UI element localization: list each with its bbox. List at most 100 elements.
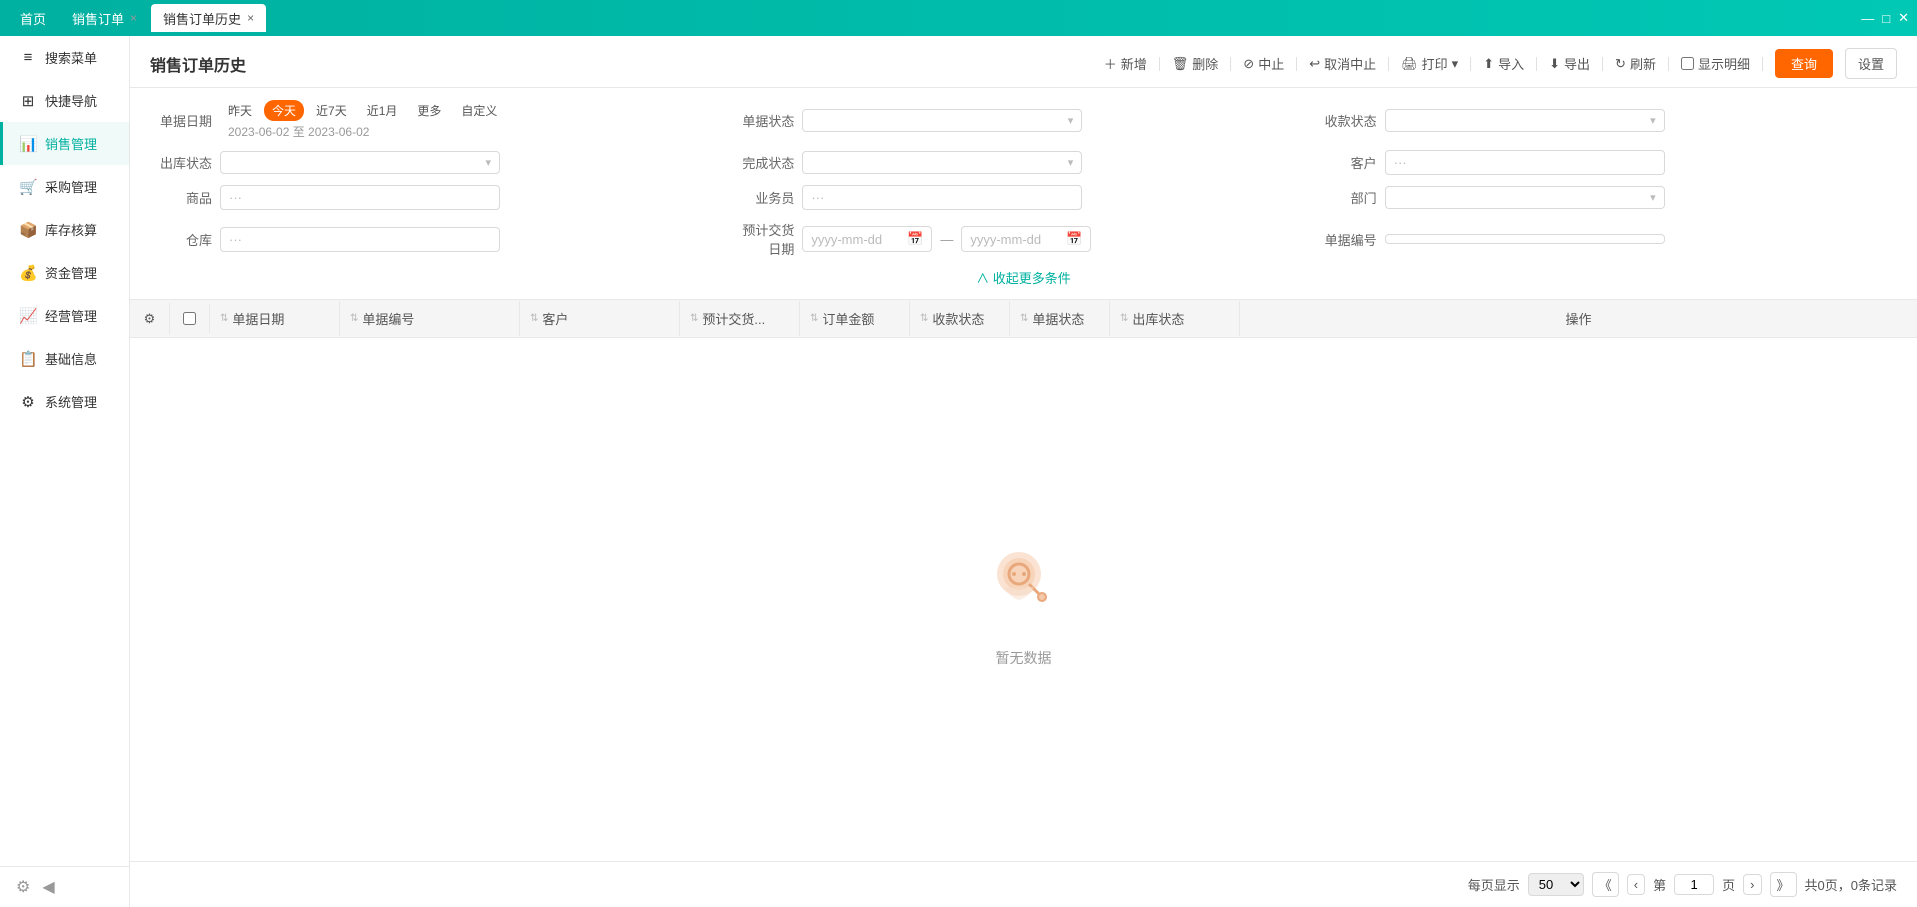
collapse-button[interactable]: ∧ 收起更多条件 <box>150 268 1897 287</box>
stop-button[interactable]: ⊘ 中止 <box>1243 54 1284 73</box>
department-select[interactable]: ▾ <box>1385 186 1665 209</box>
table-header: ⚙ ⇅ 单据日期 ⇅ 单据编号 ⇅ 客户 ⇅ <box>130 300 1917 338</box>
settings-button[interactable]: 设置 <box>1845 48 1897 79</box>
select-all-checkbox[interactable] <box>183 312 196 325</box>
sidebar-settings-icon[interactable]: ⚙ <box>16 877 30 897</box>
th-customer[interactable]: ⇅ 客户 <box>520 301 680 336</box>
receipt-status-select[interactable]: ▾ <box>1385 109 1665 132</box>
delivery-date-end-text: yyyy-mm-dd <box>970 232 1041 247</box>
sidebar-collapse-icon[interactable]: ◀ <box>42 877 54 897</box>
th-date[interactable]: ⇅ 单据日期 <box>210 301 340 336</box>
basics-icon: 📋 <box>19 350 37 368</box>
display-toggle[interactable]: 显示明细 <box>1681 54 1750 73</box>
out-status-select[interactable]: ▾ <box>220 151 500 174</box>
date-tab-7days[interactable]: 近7天 <box>308 100 355 121</box>
sidebar: ≡ 搜索菜单 ⊞ 快捷导航 📊 销售管理 🛒 采购管理 📦 库存核算 💰 资金管… <box>0 36 130 907</box>
date-tab-1month[interactable]: 近1月 <box>359 100 406 121</box>
page-input[interactable] <box>1674 874 1714 895</box>
print-arrow: ▾ <box>1452 56 1459 72</box>
sidebar-item-basics-label: 基础信息 <box>45 349 97 368</box>
last-page-button[interactable]: 》 <box>1770 872 1797 897</box>
th-order-no-label: 单据编号 <box>362 309 414 328</box>
import-button[interactable]: ⬆ 导入 <box>1483 54 1524 73</box>
content-area: 销售订单历史 ＋ 新增 🗑 删除 ⊘ 中止 ↩ <box>130 36 1917 907</box>
date-tab-custom[interactable]: 自定义 <box>453 100 505 121</box>
product-input[interactable]: ··· <box>220 185 500 210</box>
sidebar-item-finance[interactable]: 💰 资金管理 <box>0 251 129 294</box>
th-out-status[interactable]: ⇅ 出库状态 <box>1110 301 1240 336</box>
filter-warehouse: 仓库 ··· <box>150 227 732 252</box>
th-customer-label: 客户 <box>542 309 568 328</box>
sidebar-bottom: ⚙ ◀ <box>0 866 129 907</box>
th-order-no-sort-icon: ⇅ <box>350 313 358 324</box>
th-amount-sort-icon: ⇅ <box>810 313 818 324</box>
next-page-button[interactable]: › <box>1743 874 1761 895</box>
complete-status-select[interactable]: ▾ <box>802 151 1082 174</box>
th-settings[interactable]: ⚙ <box>130 303 170 335</box>
first-page-button[interactable]: 《 <box>1592 872 1619 897</box>
tab-sales-order-history-close[interactable]: × <box>247 12 254 24</box>
divider-6 <box>1536 57 1537 71</box>
th-amount[interactable]: ⇅ 订单金额 <box>800 301 910 336</box>
sidebar-item-basics[interactable]: 📋 基础信息 <box>0 337 129 380</box>
query-button[interactable]: 查询 <box>1775 49 1833 78</box>
prev-page-button[interactable]: ‹ <box>1627 874 1645 895</box>
collapse-label: ∧ 收起更多条件 <box>976 268 1071 287</box>
order-status-arrow: ▾ <box>1068 114 1074 127</box>
sidebar-item-quick-nav[interactable]: ⊞ 快捷导航 <box>0 79 129 122</box>
sidebar-item-search[interactable]: ≡ 搜索菜单 <box>0 36 129 79</box>
sidebar-item-sales[interactable]: 📊 销售管理 <box>0 122 129 165</box>
new-button[interactable]: ＋ 新增 <box>1104 54 1147 73</box>
cancel-stop-icon: ↩ <box>1309 56 1320 72</box>
display-toggle-checkbox[interactable] <box>1681 57 1694 70</box>
minimize-btn[interactable]: — <box>1861 11 1874 26</box>
th-amount-label: 订单金额 <box>822 309 874 328</box>
date-tab-today[interactable]: 今天 <box>264 100 304 121</box>
date-tab-yesterday[interactable]: 昨天 <box>220 100 260 121</box>
system-icon: ⚙ <box>19 393 37 411</box>
close-btn[interactable]: ✕ <box>1898 10 1909 26</box>
tab-sales-order-history[interactable]: 销售订单历史 × <box>151 4 266 32</box>
out-status-label: 出库状态 <box>150 153 220 172</box>
th-delivery[interactable]: ⇅ 预计交货... <box>680 301 800 336</box>
page-label-before: 第 <box>1653 875 1666 894</box>
export-button[interactable]: ⬇ 导出 <box>1549 54 1590 73</box>
refresh-button[interactable]: ↻ 刷新 <box>1615 54 1656 73</box>
maximize-btn[interactable]: □ <box>1882 11 1890 26</box>
th-receipt-status[interactable]: ⇅ 收款状态 <box>910 301 1010 336</box>
salesperson-input[interactable]: ··· <box>802 185 1082 210</box>
sidebar-item-inventory[interactable]: 📦 库存核算 <box>0 208 129 251</box>
th-check[interactable] <box>170 304 210 333</box>
print-icon: 🖨 <box>1401 56 1418 72</box>
sidebar-item-system[interactable]: ⚙ 系统管理 <box>0 380 129 423</box>
divider-9 <box>1762 57 1763 71</box>
order-no-input[interactable] <box>1385 234 1665 244</box>
print-button[interactable]: 🖨 打印 ▾ <box>1401 54 1458 73</box>
sidebar-item-operations[interactable]: 📈 经营管理 <box>0 294 129 337</box>
tab-sales-order-history-label: 销售订单历史 <box>163 9 241 28</box>
divider-4 <box>1388 57 1389 71</box>
calendar-start-icon: 📅 <box>907 231 923 247</box>
export-label: 导出 <box>1564 54 1590 73</box>
th-order-no[interactable]: ⇅ 单据编号 <box>340 301 520 336</box>
cancel-stop-button[interactable]: ↩ 取消中止 <box>1309 54 1376 73</box>
delete-button[interactable]: 🗑 删除 <box>1172 54 1219 73</box>
order-status-select[interactable]: ▾ <box>802 109 1082 132</box>
warehouse-label: 仓库 <box>150 230 220 249</box>
delivery-date-start[interactable]: yyyy-mm-dd 📅 <box>802 226 932 252</box>
empty-illustration <box>974 532 1074 632</box>
date-separator: — <box>940 232 953 247</box>
tab-home[interactable]: 首页 <box>8 4 58 32</box>
delivery-date-end[interactable]: yyyy-mm-dd 📅 <box>961 226 1091 252</box>
th-order-status[interactable]: ⇅ 单据状态 <box>1010 301 1110 336</box>
warehouse-input[interactable]: ··· <box>220 227 500 252</box>
tab-sales-order-close[interactable]: × <box>130 12 137 24</box>
date-tab-more[interactable]: 更多 <box>409 100 449 121</box>
tab-sales-order[interactable]: 销售订单 × <box>60 4 149 32</box>
settings-icon: ⚙ <box>144 311 156 327</box>
customer-input[interactable]: ··· <box>1385 150 1665 175</box>
per-page-select[interactable]: 50 10 20 100 <box>1528 873 1584 896</box>
print-label: 打印 <box>1422 54 1448 73</box>
sidebar-item-purchase[interactable]: 🛒 采购管理 <box>0 165 129 208</box>
salesperson-dots: ··· <box>811 190 824 205</box>
